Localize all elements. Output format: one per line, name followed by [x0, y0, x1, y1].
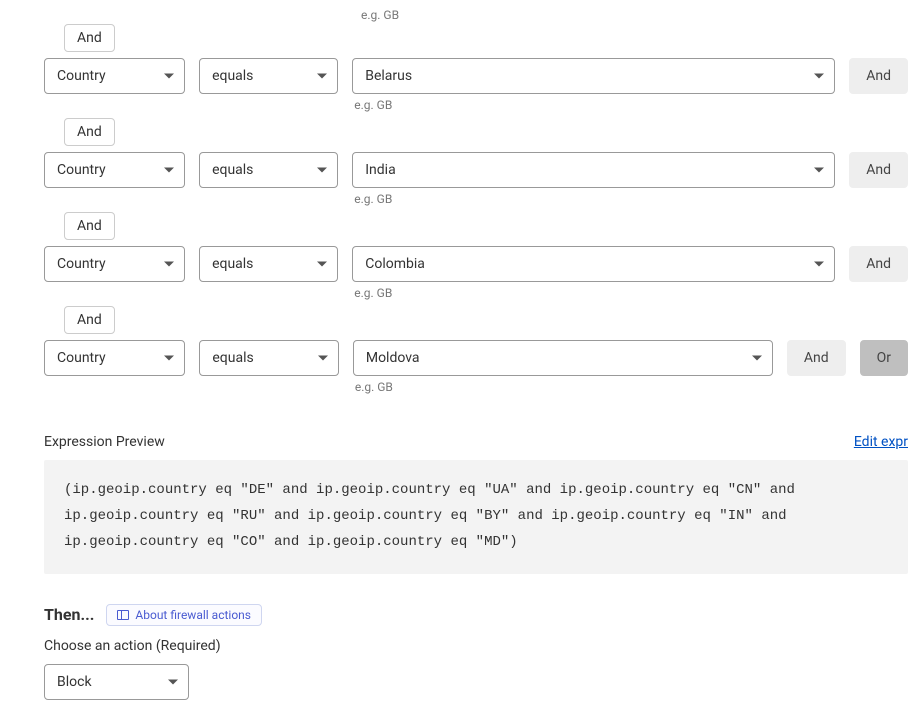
chevron-down-icon [318, 356, 328, 361]
operator-select-value: equals [212, 68, 253, 84]
action-select-value: Block [57, 674, 92, 690]
chevron-down-icon [168, 679, 178, 684]
and-button[interactable]: And [849, 58, 908, 94]
then-label: Then... [44, 605, 94, 624]
chevron-down-icon [317, 168, 327, 173]
and-button[interactable]: And [849, 246, 908, 282]
chevron-down-icon [814, 168, 824, 173]
value-hint: e.g. GB [353, 380, 773, 394]
value-select[interactable]: India [352, 152, 835, 188]
operator-select-value: equals [212, 256, 253, 272]
expression-preview-label: Expression Preview [44, 434, 165, 450]
connector-and: And [64, 118, 115, 146]
value-select-value: India [365, 162, 395, 178]
field-select-value: Country [57, 256, 106, 272]
operator-select[interactable]: equals [199, 340, 338, 376]
value-select-value: Moldova [366, 350, 420, 366]
chevron-down-icon [814, 262, 824, 267]
field-select[interactable]: Country [44, 340, 185, 376]
connector-and: And [64, 212, 115, 240]
operator-select-value: equals [212, 350, 253, 366]
value-select-value: Colombia [365, 256, 425, 272]
edit-expression-link[interactable]: Edit expr [854, 434, 908, 450]
and-button[interactable]: And [849, 152, 908, 188]
value-select-value: Belarus [365, 68, 412, 84]
chevron-down-icon [164, 74, 174, 79]
field-select[interactable]: Country [44, 246, 185, 282]
or-button[interactable]: Or [860, 340, 908, 376]
field-select[interactable]: Country [44, 58, 185, 94]
operator-select[interactable]: equals [199, 152, 338, 188]
chevron-down-icon [164, 168, 174, 173]
action-select[interactable]: Block [44, 664, 189, 700]
connector-and: And [64, 24, 115, 52]
and-button[interactable]: And [787, 340, 846, 376]
expression-preview-code: (ip.geoip.country eq "DE" and ip.geoip.c… [44, 460, 908, 574]
chevron-down-icon [164, 356, 174, 361]
chevron-down-icon [317, 262, 327, 267]
chevron-down-icon [164, 262, 174, 267]
about-firewall-actions-link[interactable]: About firewall actions [106, 604, 262, 626]
book-icon [117, 610, 129, 620]
about-firewall-actions-text: About firewall actions [135, 608, 251, 622]
chevron-down-icon [317, 74, 327, 79]
operator-select-value: equals [212, 162, 253, 178]
field-select-value: Country [57, 350, 106, 366]
chevron-down-icon [752, 356, 762, 361]
operator-select[interactable]: equals [199, 246, 338, 282]
value-hint: e.g. GB [359, 8, 908, 22]
field-select[interactable]: Country [44, 152, 185, 188]
chevron-down-icon [814, 74, 824, 79]
connector-and: And [64, 306, 115, 334]
value-select[interactable]: Colombia [352, 246, 835, 282]
value-select[interactable]: Belarus [352, 58, 835, 94]
value-hint: e.g. GB [352, 98, 835, 112]
operator-select[interactable]: equals [199, 58, 338, 94]
choose-action-label: Choose an action (Required) [44, 638, 908, 654]
value-hint: e.g. GB [352, 286, 835, 300]
field-select-value: Country [57, 162, 106, 178]
value-hint: e.g. GB [352, 192, 835, 206]
value-select[interactable]: Moldova [353, 340, 773, 376]
field-select-value: Country [57, 68, 106, 84]
